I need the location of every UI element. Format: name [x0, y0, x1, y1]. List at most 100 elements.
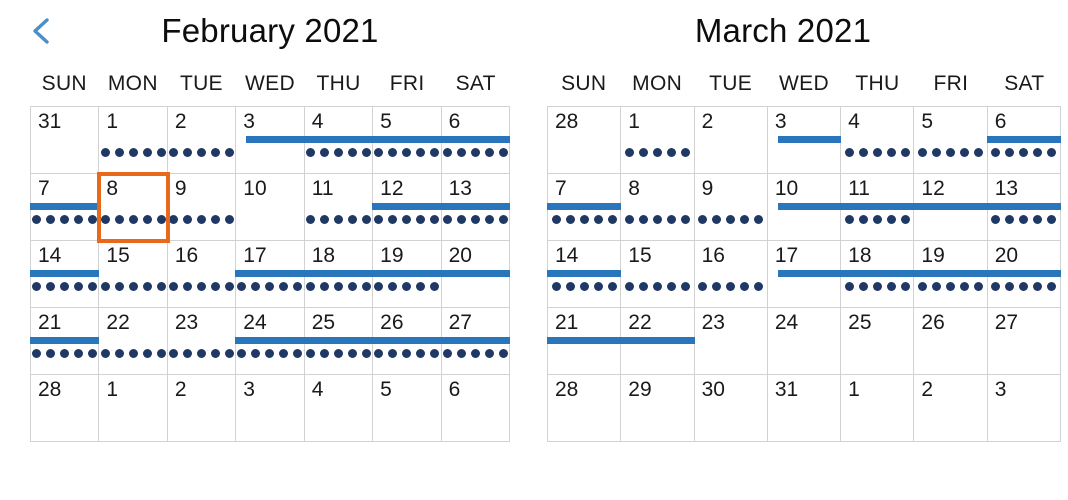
event-dot[interactable] [169, 349, 179, 358]
event-bar[interactable] [440, 203, 510, 210]
event-dot[interactable] [142, 215, 152, 224]
day-cell[interactable]: 25 [841, 308, 915, 375]
day-cell[interactable]: 4 [841, 107, 915, 174]
event-dot[interactable] [197, 349, 207, 358]
day-cell[interactable]: 1 [99, 375, 168, 442]
day-cell[interactable]: 26 [914, 308, 988, 375]
event-dot[interactable] [347, 148, 357, 157]
event-dot[interactable] [279, 282, 289, 291]
event-bar[interactable] [246, 136, 305, 143]
day-cell[interactable]: 9 [694, 174, 768, 241]
event-dot[interactable] [872, 148, 882, 157]
event-dot[interactable] [470, 215, 480, 224]
day-cell[interactable]: 11 [840, 174, 915, 241]
event-dot[interactable] [46, 215, 56, 224]
event-dot[interactable] [32, 349, 42, 358]
event-dot[interactable] [726, 282, 736, 291]
event-dot[interactable] [197, 148, 207, 157]
event-dot[interactable] [305, 148, 315, 157]
event-dot[interactable] [918, 148, 928, 157]
event-dot[interactable] [624, 148, 634, 157]
event-dot[interactable] [946, 282, 956, 291]
event-dot[interactable] [900, 215, 910, 224]
event-dot[interactable] [666, 282, 676, 291]
event-bar[interactable] [840, 203, 915, 210]
event-dot[interactable] [319, 148, 329, 157]
day-cell[interactable]: 24 [235, 308, 305, 375]
event-dot[interactable] [169, 282, 179, 291]
day-cell[interactable]: 14 [547, 241, 622, 308]
event-bar[interactable] [372, 270, 442, 277]
day-cell[interactable]: 15 [621, 241, 695, 308]
event-dot[interactable] [156, 282, 166, 291]
day-cell[interactable]: 22 [99, 308, 168, 375]
event-dot[interactable] [638, 148, 648, 157]
event-dot[interactable] [858, 148, 868, 157]
day-cell[interactable]: 1 [99, 107, 168, 174]
event-dot[interactable] [374, 349, 384, 358]
event-dot[interactable] [484, 148, 494, 157]
event-dot[interactable] [858, 282, 868, 291]
day-cell[interactable]: 7 [30, 174, 100, 241]
event-dot[interactable] [712, 215, 722, 224]
event-dot[interactable] [225, 349, 235, 358]
event-dot[interactable] [333, 148, 343, 157]
event-dot[interactable] [624, 215, 634, 224]
event-dot[interactable] [265, 282, 275, 291]
event-bar[interactable] [303, 270, 374, 277]
day-cell[interactable]: 10 [236, 174, 305, 241]
event-dot[interactable] [579, 215, 589, 224]
day-cell[interactable]: 11 [304, 174, 374, 241]
event-dot[interactable] [361, 215, 371, 224]
day-cell[interactable]: 7 [547, 174, 622, 241]
event-dot[interactable] [347, 215, 357, 224]
day-cell[interactable]: 5 [373, 375, 442, 442]
event-dot[interactable] [932, 148, 942, 157]
event-dot[interactable] [142, 148, 152, 157]
day-cell[interactable]: 2 [167, 107, 237, 174]
event-dot[interactable] [305, 349, 315, 358]
event-dot[interactable] [498, 215, 508, 224]
event-dot[interactable] [551, 282, 561, 291]
event-dot[interactable] [237, 349, 247, 358]
event-bar[interactable] [440, 270, 510, 277]
day-cell[interactable]: 15 [99, 241, 168, 308]
event-bar[interactable] [303, 136, 374, 143]
day-cell[interactable]: 28 [548, 375, 622, 442]
event-dot[interactable] [456, 148, 466, 157]
event-dot[interactable] [698, 282, 708, 291]
event-dot[interactable] [156, 148, 166, 157]
event-dot[interactable] [211, 148, 221, 157]
day-cell[interactable]: 5 [372, 107, 442, 174]
day-cell[interactable]: 20 [986, 241, 1061, 308]
event-dot[interactable] [32, 215, 42, 224]
event-dot[interactable] [470, 148, 480, 157]
event-dot[interactable] [211, 215, 221, 224]
event-dot[interactable] [1033, 215, 1043, 224]
event-dot[interactable] [442, 148, 452, 157]
event-dot[interactable] [388, 215, 398, 224]
day-cell[interactable]: 16 [167, 241, 237, 308]
day-cell-selected[interactable]: 8 [97, 172, 170, 243]
event-dot[interactable] [430, 215, 440, 224]
event-dot[interactable] [638, 215, 648, 224]
event-dot[interactable] [416, 282, 426, 291]
event-dot[interactable] [652, 215, 662, 224]
event-bar[interactable] [986, 136, 1061, 143]
event-dot[interactable] [1019, 282, 1029, 291]
event-dot[interactable] [305, 282, 315, 291]
event-dot[interactable] [844, 148, 854, 157]
event-bar[interactable] [30, 203, 100, 210]
event-dot[interactable] [183, 148, 193, 157]
event-dot[interactable] [593, 215, 603, 224]
event-dot[interactable] [169, 148, 179, 157]
day-cell[interactable]: 6 [986, 107, 1061, 174]
event-bar[interactable] [30, 337, 100, 344]
event-dot[interactable] [211, 282, 221, 291]
day-cell[interactable]: 18 [303, 241, 374, 308]
event-dot[interactable] [402, 148, 412, 157]
event-bar[interactable] [620, 337, 695, 344]
event-dot[interactable] [456, 215, 466, 224]
day-cell[interactable]: 31 [31, 107, 100, 174]
day-cell[interactable]: 1 [841, 375, 915, 442]
